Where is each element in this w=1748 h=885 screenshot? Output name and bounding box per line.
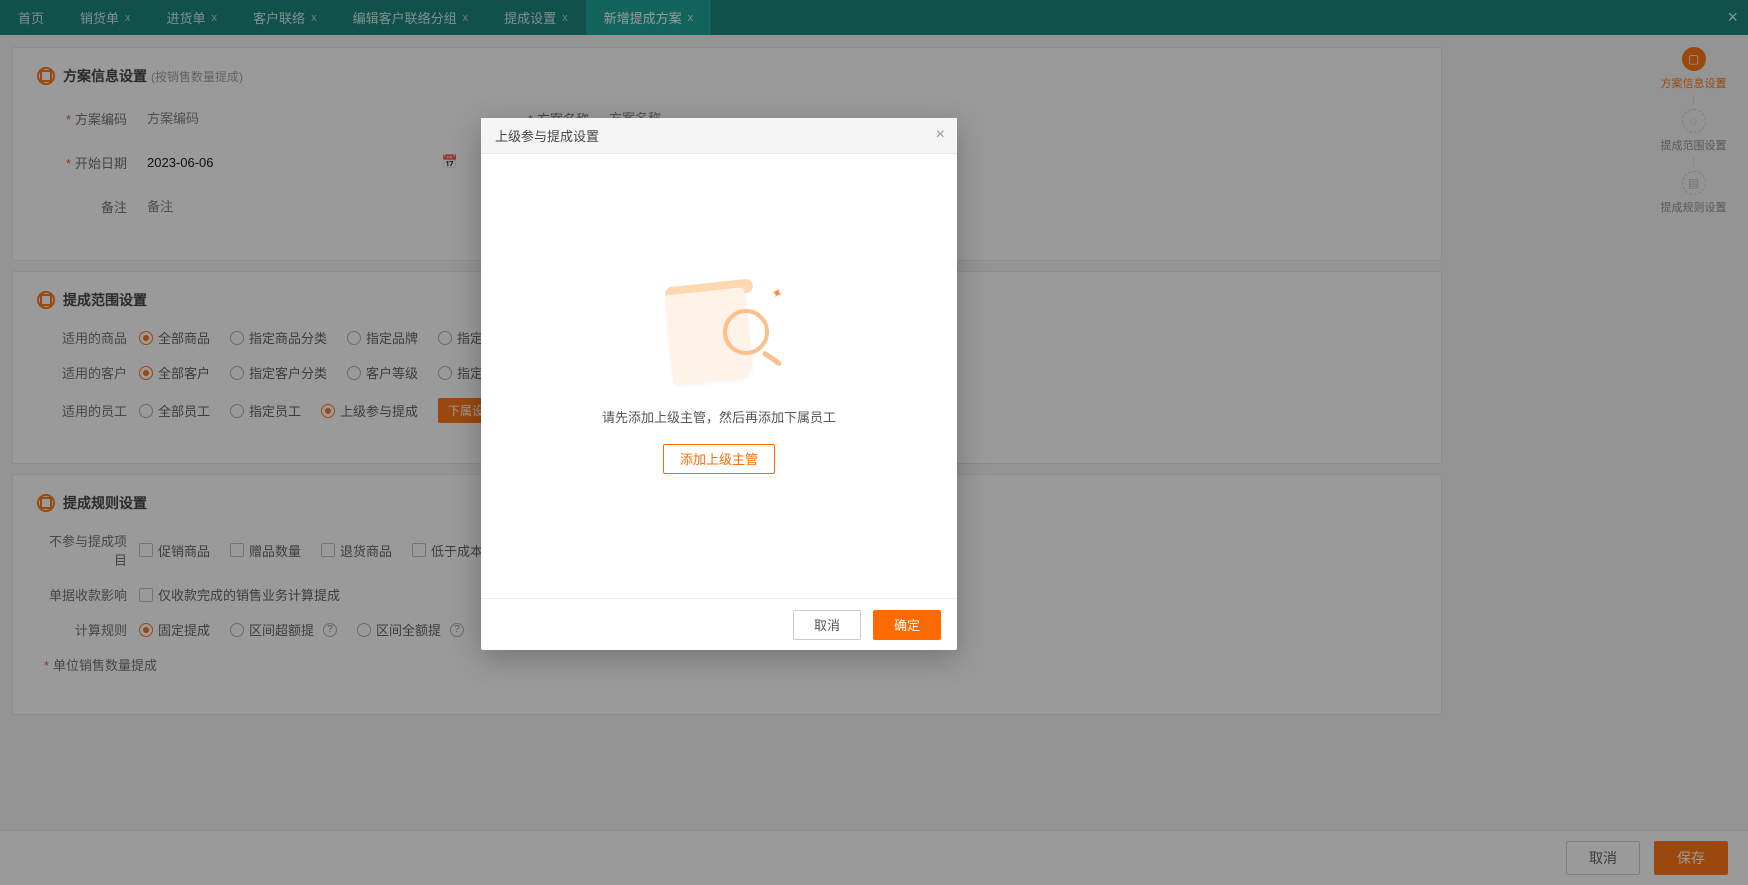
modal-ok-button[interactable]: 确定 [873,610,941,640]
add-superior-button[interactable]: 添加上级主管 [663,444,775,474]
modal-header: 上级参与提成设置 × [481,118,957,154]
modal-message: 请先添加上级主管，然后再添加下属员工 [602,407,836,426]
modal-title: 上级参与提成设置 [495,126,599,145]
modal-cancel-button[interactable]: 取消 [793,610,861,640]
empty-illustration: ✦ [659,279,779,389]
modal-body: ✦ 请先添加上级主管，然后再添加下属员工 添加上级主管 [481,154,957,598]
superior-commission-modal: 上级参与提成设置 × ✦ 请先添加上级主管，然后再添加下属员工 添加上级主管 取… [481,118,957,650]
modal-footer: 取消 确定 [481,598,957,650]
modal-close-icon[interactable]: × [936,126,945,144]
